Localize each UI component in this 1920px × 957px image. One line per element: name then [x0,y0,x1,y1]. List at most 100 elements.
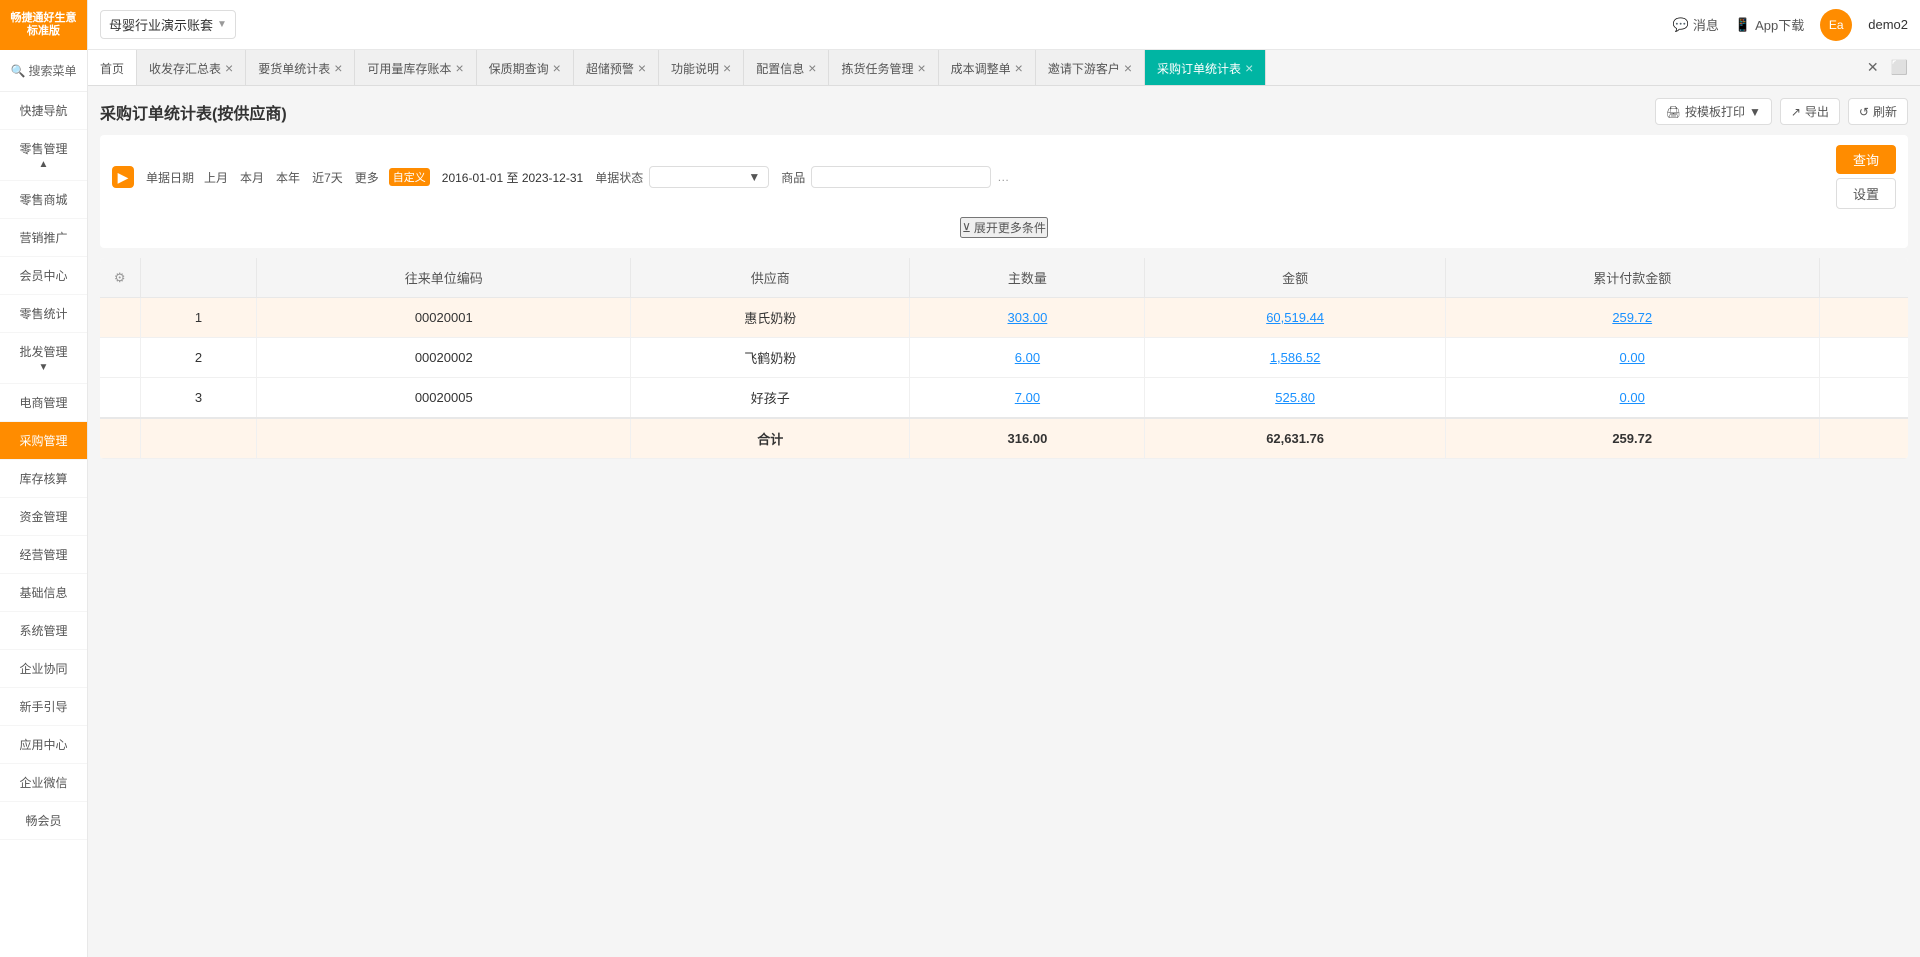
workspace-name: 母婴行业演示账套 [109,15,213,34]
tab-cost-adjust[interactable]: 成本调整单× [939,50,1036,86]
search-menu-button[interactable]: 🔍 搜索菜单 [6,58,81,83]
tab-close-icon[interactable]: × [225,60,233,76]
message-button[interactable]: 💬 消息 [1673,15,1719,34]
sidebar-item-label: 资金管理 [19,508,67,525]
avatar-initials: Ea [1829,18,1844,32]
tab-usable-inventory[interactable]: 可用量库存账本× [355,50,476,86]
app-download-button[interactable]: 📱 App下载 [1735,15,1804,34]
username-label[interactable]: demo2 [1868,17,1908,32]
sidebar-item-label: 零售管理 [19,140,67,157]
sidebar-item-retail-stats[interactable]: 零售统计 [0,295,87,333]
table-row: 1 00020001 惠氏奶粉 303.00 60,519.44 259.72 [100,298,1908,338]
row-supplier-name: 惠氏奶粉 [631,298,910,338]
sidebar-item-vip-member[interactable]: 畅会员 [0,802,87,840]
tab-close-icon[interactable]: × [808,60,816,76]
tab-close-icon[interactable]: × [455,60,463,76]
refresh-button[interactable]: ↺ 刷新 [1848,98,1908,125]
sidebar-item-system-mgmt[interactable]: 系统管理 [0,612,87,650]
tab-goods-stats[interactable]: 要货单统计表× [246,50,355,86]
query-button[interactable]: 查询 [1836,145,1896,174]
expand-more-button[interactable]: ⊻ 展开更多条件 [960,217,1048,238]
tab-list: 首页收发存汇总表×要货单统计表×可用量库存账本×保质期查询×超储预警×功能说明×… [88,50,1266,85]
filter-action-buttons: 查询 设置 [1836,145,1896,209]
filter-toggle-button[interactable]: ▶ [112,166,134,188]
sidebar-item-wholesale-mgmt[interactable]: 批发管理▼ [0,333,87,384]
sidebar-item-app-center[interactable]: 应用中心 [0,726,87,764]
tab-close-icon[interactable]: × [1124,60,1132,76]
sidebar-item-member-center[interactable]: 会员中心 [0,257,87,295]
th-amount: 金额 [1145,258,1446,298]
tab-overstock-warning[interactable]: 超储预警× [574,50,659,86]
sidebar-item-label: 电商管理 [19,394,67,411]
sidebar-item-retail-mgmt[interactable]: 零售管理▲ [0,130,87,181]
sidebar-item-label: 企业微信 [19,774,67,791]
tab-close-icon[interactable]: × [917,60,925,76]
sidebar-item-retail-store[interactable]: 零售商城 [0,181,87,219]
tab-picking-task[interactable]: 拣货任务管理× [829,50,938,86]
tab-close-icon[interactable]: × [638,60,646,76]
goods-filter-input[interactable] [811,166,991,188]
sidebar-item-enterprise-wechat[interactable]: 企业微信 [0,764,87,802]
tab-config-info[interactable]: 配置信息× [744,50,829,86]
date-this-month-btn[interactable]: 本月 [236,167,268,188]
tab-label: 保质期查询 [489,60,549,77]
sidebar-item-purchase-mgmt[interactable]: 采购管理 [0,422,87,460]
row-amount[interactable]: 1,586.52 [1145,338,1446,378]
page-title: 采购订单统计表(按供应商) [100,100,287,124]
tabbar: 首页收发存汇总表×要货单统计表×可用量库存账本×保质期查询×超储预警×功能说明×… [88,50,1920,86]
sidebar-item-basic-info[interactable]: 基础信息 [0,574,87,612]
tab-close-icon[interactable]: × [553,60,561,76]
sidebar-item-ecommerce[interactable]: 电商管理 [0,384,87,422]
sidebar-item-operation[interactable]: 经营管理 [0,536,87,574]
tab-warranty-query[interactable]: 保质期查询× [477,50,574,86]
expand-icon: ⊻ [962,221,971,235]
tab-close-icon[interactable]: × [1245,60,1253,76]
date-more-btn[interactable]: 更多 [351,167,383,188]
sidebar-item-enterprise-collab[interactable]: 企业协同 [0,650,87,688]
row-main-qty[interactable]: 6.00 [910,338,1145,378]
tab-purchase-order-stats[interactable]: 采购订单统计表× [1145,50,1266,86]
sidebar-item-finance[interactable]: 资金管理 [0,498,87,536]
goods-more-icon[interactable]: … [997,170,1009,184]
tab-function-desc[interactable]: 功能说明× [659,50,744,86]
sidebar-item-inventory[interactable]: 库存核算 [0,460,87,498]
row-paid-amount[interactable]: 0.00 [1445,338,1819,378]
row-paid-amount[interactable]: 0.00 [1445,378,1819,419]
row-main-qty[interactable]: 7.00 [910,378,1145,419]
status-select[interactable]: ▼ [649,166,769,188]
th-supplier-code: 往来单位编码 [257,258,631,298]
tab-label: 可用量库存账本 [367,60,451,77]
template-print-button[interactable]: 🖨 按模板打印 ▼ [1655,98,1772,125]
sidebar-item-label: 会员中心 [19,267,67,284]
avatar[interactable]: Ea [1820,9,1852,41]
date-this-year-btn[interactable]: 本年 [272,167,304,188]
tab-close-icon[interactable]: × [1015,60,1023,76]
row-paid-amount[interactable]: 259.72 [1445,298,1819,338]
sidebar-item-label: 库存核算 [19,470,67,487]
row-main-qty[interactable]: 303.00 [910,298,1145,338]
row-amount[interactable]: 60,519.44 [1145,298,1446,338]
app-logo-text: 畅捷通好生意 标准版 [11,12,77,38]
tab-close-icon[interactable]: × [723,60,731,76]
tab-label: 首页 [100,60,124,77]
tabbar-actions: ✕ ⬜ [1855,55,1920,80]
sidebar-item-new-guide[interactable]: 新手引导 [0,688,87,726]
tab-invite-downstream[interactable]: 邀请下游客户× [1036,50,1145,86]
th-settings[interactable]: ⚙ [100,258,140,298]
sidebar-item-quick-nav[interactable]: 快捷导航 [0,92,87,130]
row-amount[interactable]: 525.80 [1145,378,1446,419]
settings-button[interactable]: 设置 [1836,178,1896,209]
tab-close-icon[interactable]: × [334,60,342,76]
app-download-label: App下载 [1755,15,1804,34]
date-7days-btn[interactable]: 近7天 [308,167,347,188]
export-button[interactable]: ↗ 导出 [1780,98,1840,125]
tab-collect-pay[interactable]: 收发存汇总表× [137,50,246,86]
close-tab-button[interactable]: ✕ [1863,55,1883,80]
tab-home[interactable]: 首页 [88,50,137,86]
date-prev-month-btn[interactable]: 上月 [200,167,232,188]
settings-column-icon[interactable]: ⚙ [114,270,126,285]
sidebar-item-marketing[interactable]: 营销推广 [0,219,87,257]
maximize-tab-button[interactable]: ⬜ [1887,55,1912,80]
sidebar-search-area[interactable]: 🔍 搜索菜单 [0,50,87,92]
workspace-selector[interactable]: 母婴行业演示账套 ▼ [100,10,236,39]
